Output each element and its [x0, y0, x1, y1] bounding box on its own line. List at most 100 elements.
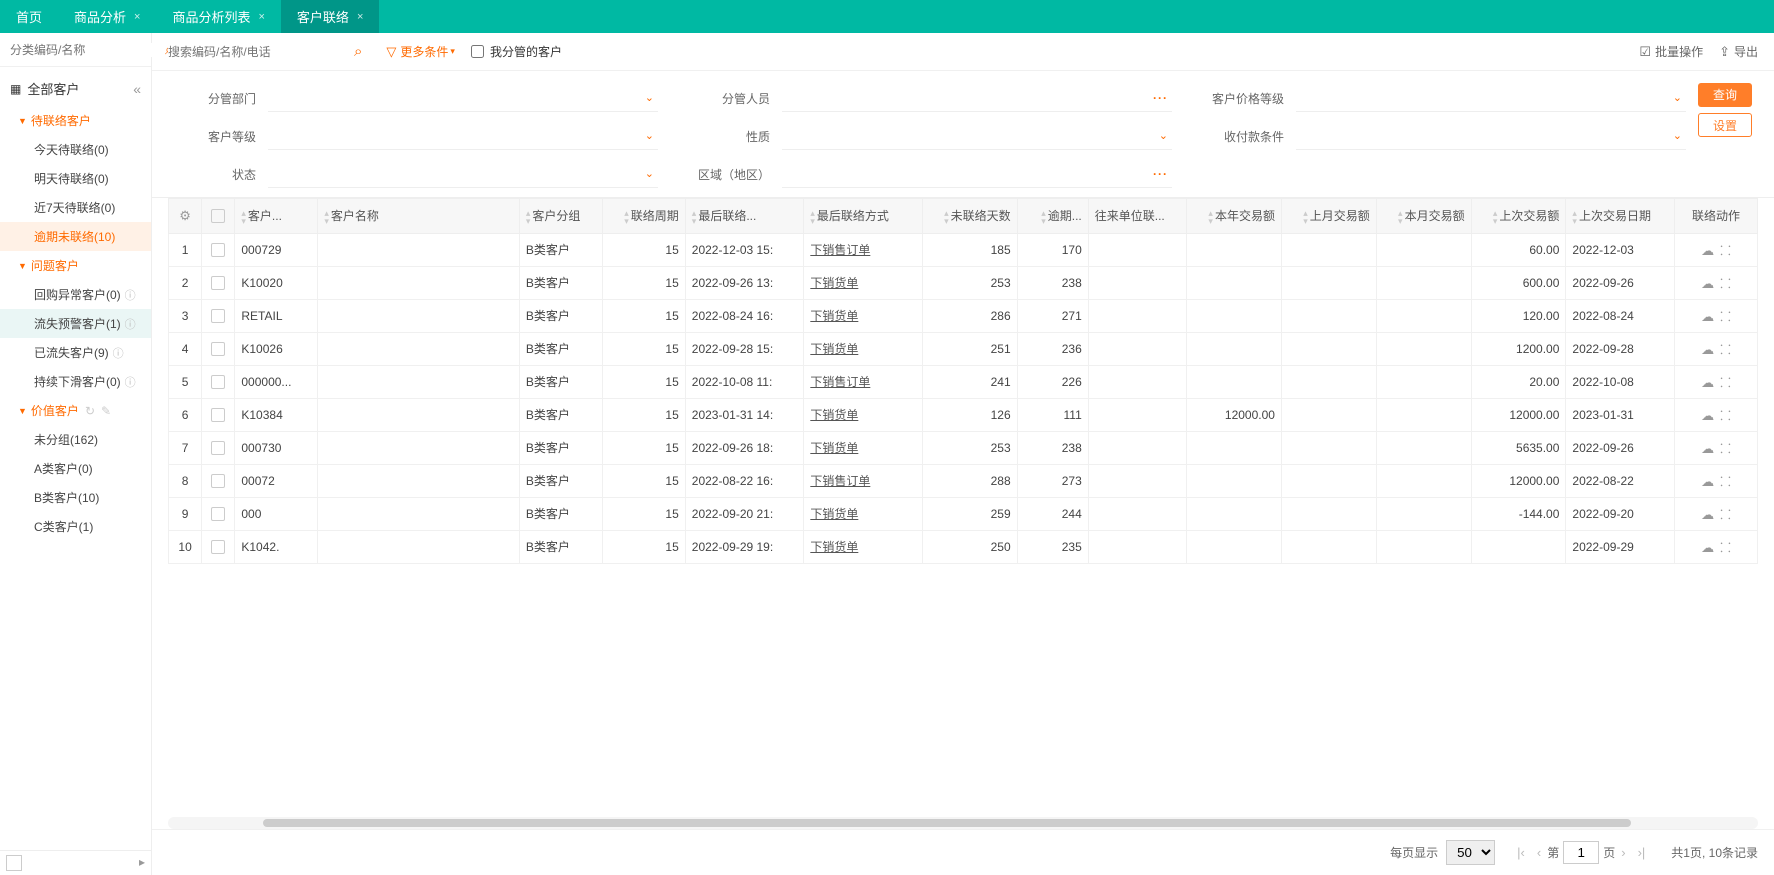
tab-home[interactable]: 首页 [0, 0, 58, 33]
help-icon[interactable]: ⓘ [113, 345, 124, 361]
row-checkbox[interactable] [211, 309, 225, 323]
qrcode-icon[interactable]: ⸬ [1720, 507, 1731, 522]
tab-customer-contact[interactable]: 客户联络× [281, 0, 379, 33]
last-method-link[interactable]: 下销货单 [810, 408, 858, 422]
next-page-button[interactable]: › [1621, 845, 1625, 860]
more-conditions-button[interactable]: ▽ 更多条件 ▾ [386, 43, 455, 60]
filter-nature[interactable]: 性质 ⌄ [682, 121, 1172, 151]
per-page-select[interactable]: 50 [1446, 840, 1495, 865]
filter-customer-level[interactable]: 客户等级 ⌄ [168, 121, 658, 151]
qrcode-icon[interactable]: ⸬ [1720, 540, 1731, 555]
last-method-link[interactable]: 下销货单 [810, 309, 858, 323]
search-input[interactable] [168, 45, 348, 59]
wechat-icon[interactable]: ☁ [1701, 342, 1714, 357]
page-input[interactable] [1563, 841, 1599, 864]
last-method-link[interactable]: 下销售订单 [810, 375, 870, 389]
sidebar-footer-box[interactable] [6, 855, 22, 871]
wechat-icon[interactable]: ☁ [1701, 540, 1714, 555]
sidebar-item-churned[interactable]: 已流失客户(9)ⓘ [0, 338, 151, 367]
sidebar-item-a[interactable]: A类客户(0) [0, 454, 151, 483]
scrollbar-thumb[interactable] [263, 819, 1630, 827]
row-checkbox[interactable] [211, 243, 225, 257]
tree-root-all[interactable]: ▦ 全部客户 « [0, 71, 151, 106]
table-row[interactable]: 3RETAILB类客户152022-08-24 16:下销货单286271120… [169, 299, 1758, 332]
my-customers-checkbox[interactable]: 我分管的客户 [471, 43, 562, 60]
qrcode-icon[interactable]: ⸬ [1720, 375, 1731, 390]
row-checkbox[interactable] [211, 276, 225, 290]
wechat-icon[interactable]: ☁ [1701, 507, 1714, 522]
wechat-icon[interactable]: ☁ [1701, 375, 1714, 390]
close-icon[interactable]: × [134, 11, 140, 23]
query-button[interactable]: 查询 [1698, 83, 1752, 107]
close-icon[interactable]: × [357, 11, 363, 23]
collapse-icon[interactable]: « [133, 81, 141, 97]
last-method-link[interactable]: 下销货单 [810, 441, 858, 455]
table-row[interactable]: 2K10020B类客户152022-09-26 13:下销货单253238600… [169, 266, 1758, 299]
my-customers-checkbox-input[interactable] [471, 45, 484, 58]
row-checkbox[interactable] [211, 507, 225, 521]
tab-product-analysis-list[interactable]: 商品分析列表× [156, 0, 280, 33]
qrcode-icon[interactable]: ⸬ [1720, 309, 1731, 324]
settings-button[interactable]: 设置 [1698, 113, 1752, 137]
row-checkbox[interactable] [211, 375, 225, 389]
close-icon[interactable]: × [258, 11, 264, 23]
filter-person[interactable]: 分管人员 ··· [682, 83, 1172, 113]
sidebar-search-input[interactable] [10, 43, 165, 57]
filter-region[interactable]: 区域（地区） ··· [682, 159, 1172, 189]
wechat-icon[interactable]: ☁ [1701, 408, 1714, 423]
sidebar-item-churn-warning[interactable]: 流失预警客户(1)ⓘ [0, 309, 151, 338]
row-checkbox[interactable] [211, 540, 225, 554]
sidebar-item-next7[interactable]: 近7天待联络(0) [0, 193, 151, 222]
first-page-button[interactable]: |‹ [1517, 845, 1525, 860]
last-page-button[interactable]: ›| [1638, 845, 1646, 860]
caret-right-icon[interactable]: ▸ [139, 855, 145, 871]
edit-icon[interactable]: ✎ [101, 404, 111, 418]
qrcode-icon[interactable]: ⸬ [1720, 441, 1731, 456]
tree-group-problem[interactable]: ▼ 问题客户 [0, 251, 151, 280]
last-method-link[interactable]: 下销货单 [810, 507, 858, 521]
sidebar-item-b[interactable]: B类客户(10) [0, 483, 151, 512]
sidebar-item-declining[interactable]: 持续下滑客户(0)ⓘ [0, 367, 151, 396]
row-checkbox[interactable] [211, 474, 225, 488]
sidebar-item-overdue[interactable]: 逾期未联络(10) [0, 222, 151, 251]
table-row[interactable]: 800072B类客户152022-08-22 16:下销售订单288273120… [169, 464, 1758, 497]
search-icon[interactable]: ⌕ [354, 43, 362, 60]
last-method-link[interactable]: 下销货单 [810, 276, 858, 290]
help-icon[interactable]: ⓘ [125, 374, 136, 390]
sidebar-item-ungrouped[interactable]: 未分组(162) [0, 425, 151, 454]
table-row[interactable]: 1000729B类客户152022-12-03 15:下销售订单18517060… [169, 233, 1758, 266]
last-method-link[interactable]: 下销售订单 [810, 243, 870, 257]
qrcode-icon[interactable]: ⸬ [1720, 342, 1731, 357]
help-icon[interactable]: ⓘ [125, 287, 136, 303]
row-checkbox[interactable] [211, 342, 225, 356]
sidebar-item-repurchase[interactable]: 回购异常客户(0)ⓘ [0, 280, 151, 309]
gear-icon[interactable]: ⚙ [179, 208, 191, 223]
row-checkbox[interactable] [211, 408, 225, 422]
qrcode-icon[interactable]: ⸬ [1720, 243, 1731, 258]
tree-group-pending[interactable]: ▼ 待联络客户 [0, 106, 151, 135]
tree-group-value[interactable]: ▼ 价值客户 ↻ ✎ [0, 396, 151, 425]
last-method-link[interactable]: 下销货单 [810, 342, 858, 356]
filter-department[interactable]: 分管部门 ⌄ [168, 83, 658, 113]
table-row[interactable]: 5000000...B类客户152022-10-08 11:下销售订单24122… [169, 365, 1758, 398]
wechat-icon[interactable]: ☁ [1701, 309, 1714, 324]
table-row[interactable]: 7000730B类客户152022-09-26 18:下销货单253238563… [169, 431, 1758, 464]
wechat-icon[interactable]: ☁ [1701, 441, 1714, 456]
last-method-link[interactable]: 下销货单 [810, 540, 858, 554]
filter-payment[interactable]: 收付款条件 ⌄ [1196, 121, 1686, 151]
table-row[interactable]: 6K10384B类客户152023-01-31 14:下销货单126111120… [169, 398, 1758, 431]
horizontal-scrollbar[interactable] [168, 817, 1758, 829]
refresh-icon[interactable]: ↻ [85, 404, 95, 418]
help-icon[interactable]: ⓘ [125, 316, 136, 332]
batch-operation-button[interactable]: ☑ 批量操作 [1639, 43, 1703, 60]
table-row[interactable]: 9000B类客户152022-09-20 21:下销货单259244-144.0… [169, 497, 1758, 530]
row-checkbox[interactable] [211, 441, 225, 455]
last-method-link[interactable]: 下销售订单 [810, 474, 870, 488]
sidebar-item-today[interactable]: 今天待联络(0) [0, 135, 151, 164]
qrcode-icon[interactable]: ⸬ [1720, 474, 1731, 489]
table-row[interactable]: 10K1042.B类客户152022-09-29 19:下销货单25023520… [169, 530, 1758, 563]
filter-price-level[interactable]: 客户价格等级 ⌄ [1196, 83, 1686, 113]
prev-page-button[interactable]: ‹ [1537, 845, 1541, 860]
export-button[interactable]: ⇪ 导出 [1719, 43, 1758, 60]
sidebar-item-c[interactable]: C类客户(1) [0, 512, 151, 541]
